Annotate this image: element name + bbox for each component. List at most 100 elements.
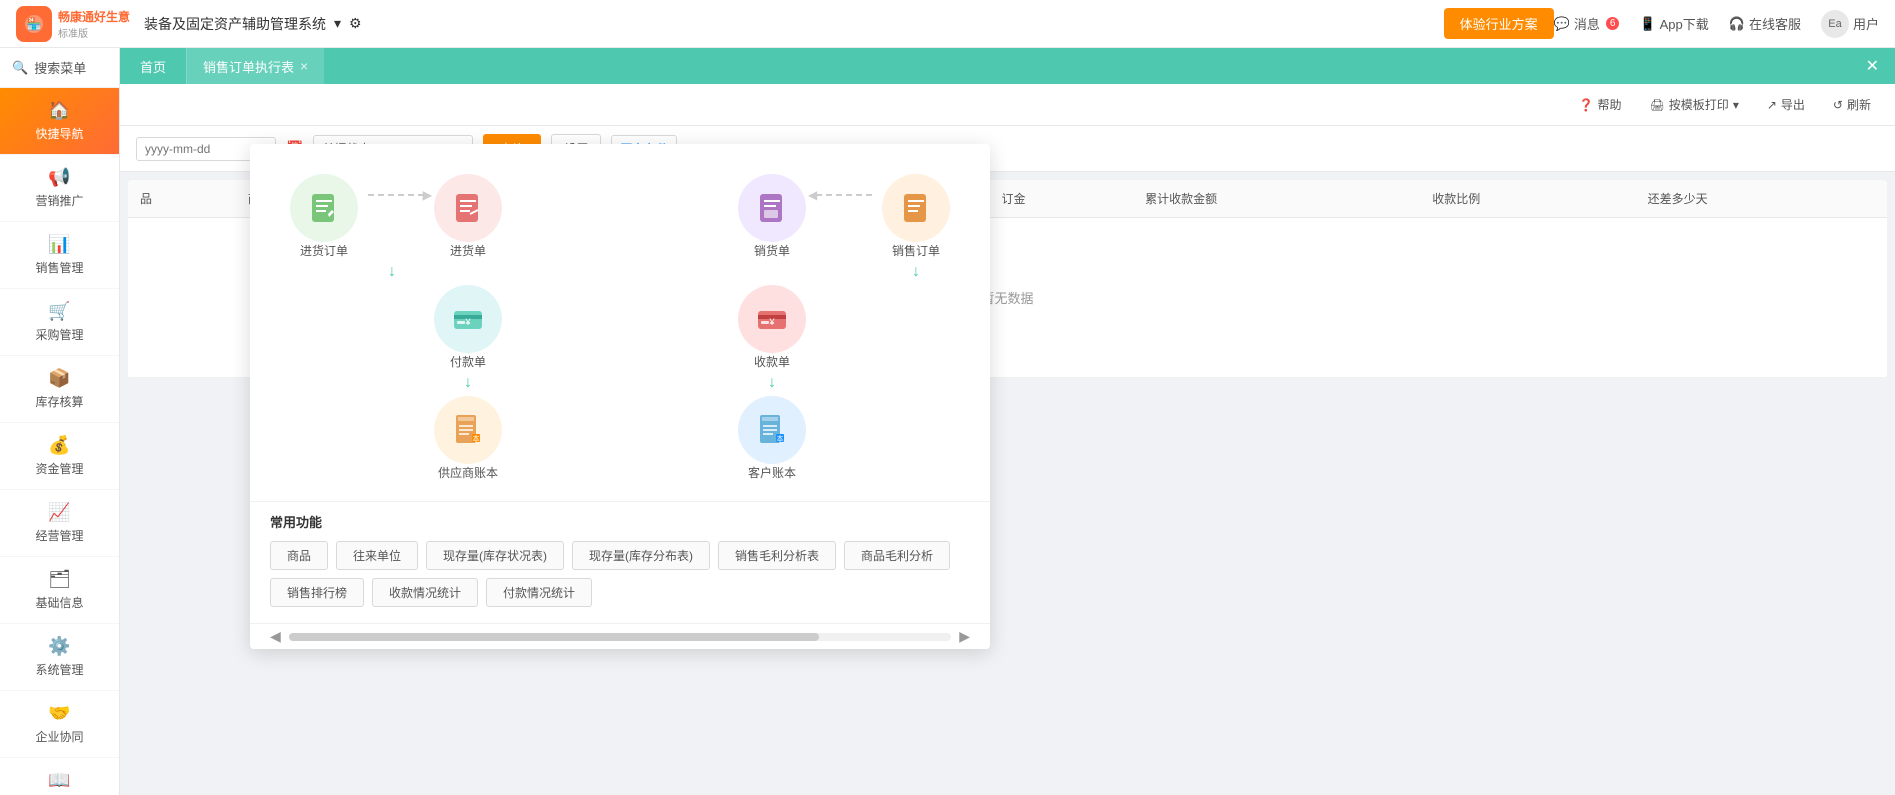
sidebar-marketing-label: 营销推广 — [35, 192, 83, 209]
flow-item-supplier-account[interactable]: 本 供应商账本 — [434, 396, 502, 481]
flow-item-sales-invoice[interactable]: 销货单 — [738, 174, 806, 259]
btn-payment-stats[interactable]: 付款情况统计 — [486, 578, 592, 607]
tab-bar-close-button[interactable]: ✕ — [1850, 56, 1895, 76]
basic-info-icon: 🗂 — [48, 569, 71, 590]
payment-in-circle[interactable]: ¥ — [738, 285, 806, 353]
settings-icon[interactable]: ⚙ — [349, 15, 362, 32]
flow-item-payment-out[interactable]: ¥ 付款单 — [434, 285, 502, 370]
btn-stock-status[interactable]: 现存量(库存状况表) — [426, 541, 564, 570]
flow-item-customer-account[interactable]: 本 客户账本 — [738, 396, 806, 481]
inventory-icon: 📦 — [48, 368, 70, 389]
sidebar-item-purchase[interactable]: 🛒 采购管理 — [0, 289, 119, 356]
trial-button[interactable]: 体验行业方案 — [1444, 8, 1554, 39]
customer-account-circle[interactable]: 本 — [738, 396, 806, 464]
sidebar-item-sales[interactable]: 📊 销售管理 — [0, 222, 119, 289]
finance-icon: 💰 — [48, 435, 70, 456]
btn-sales-ranking[interactable]: 销售排行榜 — [270, 578, 364, 607]
flow-item-purchase[interactable]: 进货单 — [434, 174, 502, 259]
btn-product[interactable]: 商品 — [270, 541, 328, 570]
modal-scrollbar: ◀ ▶ — [250, 623, 990, 649]
sidebar-item-basic-info[interactable]: 🗂 基础信息 — [0, 557, 119, 624]
sidebar-purchase-label: 采购管理 — [35, 326, 83, 343]
down-arrow-payment-out: ↓ — [434, 370, 502, 396]
btn-counterpart[interactable]: 往来单位 — [336, 541, 418, 570]
sidebar-basic-info-label: 基础信息 — [35, 594, 83, 611]
tab-home[interactable]: 首页 — [120, 48, 187, 84]
btn-stock-dist[interactable]: 现存量(库存分布表) — [572, 541, 710, 570]
sales-invoice-circle[interactable] — [738, 174, 806, 242]
modal-box: 进货订单 ▶ — [250, 144, 990, 649]
down-arrow-purchase: ↓ — [358, 259, 426, 285]
payment-out-circle[interactable]: ¥ — [434, 285, 502, 353]
marketing-icon: 📢 — [48, 167, 70, 188]
common-functions-title: 常用功能 — [270, 512, 970, 531]
logo-text: 畅康通好生意 标准版 — [58, 8, 130, 40]
user-name-label: 用户 — [1853, 14, 1879, 33]
user-menu[interactable]: Ea 用户 — [1821, 10, 1879, 38]
scroll-left-button[interactable]: ◀ — [270, 628, 281, 645]
flow-item-sales-order[interactable]: 销售订单 — [882, 174, 950, 259]
svg-text:本: 本 — [473, 434, 480, 443]
sidebar-item-operations[interactable]: 📈 经营管理 — [0, 490, 119, 557]
sales-invoice-label: 销货单 — [754, 242, 790, 259]
sidebar-inventory-label: 库存核算 — [35, 393, 83, 410]
sidebar-quick-nav-label: 快捷导航 — [35, 125, 83, 142]
main-layout: 🔍 搜索菜单 🏠 快捷导航 📢 营销推广 📊 销售管理 🛒 采购管理 📦 库存核… — [0, 48, 1895, 795]
tab-home-label: 首页 — [140, 57, 166, 76]
spacer-mid — [426, 259, 882, 285]
sidebar-item-guide[interactable]: 📖 新手引导 — [0, 758, 119, 795]
top-header: 🏪 畅康通好生意 标准版 装备及固定资产辅助管理系统 ▾ ⚙ 体验行业方案 💬 … — [0, 0, 1895, 48]
down-arrow-payment-out-icon: ↓ — [464, 374, 472, 391]
sidebar-item-finance[interactable]: 💰 资金管理 — [0, 423, 119, 490]
sidebar-enterprise-label: 企业协同 — [35, 728, 83, 745]
btn-sales-margin[interactable]: 销售毛利分析表 — [718, 541, 836, 570]
system-dropdown-icon[interactable]: ▾ — [334, 15, 341, 32]
sidebar-operations-label: 经营管理 — [35, 527, 83, 544]
sidebar-sales-label: 销售管理 — [35, 259, 83, 276]
flow-row-2-arrows: ↓ ↓ — [290, 259, 950, 285]
online-service-label: 在线客服 — [1749, 14, 1801, 33]
sidebar-item-marketing[interactable]: 📢 营销推广 — [0, 155, 119, 222]
common-buttons-row-2: 销售排行榜 收款情况统计 付款情况统计 — [270, 578, 970, 607]
headset-icon: 🎧 — [1729, 16, 1745, 32]
message-label: 消息 — [1574, 14, 1600, 33]
down-arrow-purchase-icon: ↓ — [388, 263, 396, 280]
system-title-text: 装备及固定资产辅助管理系统 — [144, 14, 326, 34]
sales-icon: 📊 — [48, 234, 70, 255]
tab-sales-order[interactable]: 销售订单执行表 × — [187, 48, 324, 84]
sidebar-item-enterprise[interactable]: 🤝 企业协同 — [0, 691, 119, 758]
spacer-r4-mid — [502, 370, 738, 396]
purchase-label: 进货单 — [450, 242, 486, 259]
down-arrow-sales-icon: ↓ — [912, 263, 920, 280]
scroll-right-button[interactable]: ▶ — [959, 628, 970, 645]
message-button[interactable]: 💬 消息 6 — [1554, 14, 1620, 33]
flow-row-3: ¥ 付款单 ¥ 收款单 — [290, 285, 950, 370]
btn-receipt-stats[interactable]: 收款情况统计 — [372, 578, 478, 607]
guide-icon: 📖 — [48, 770, 70, 791]
btn-product-margin[interactable]: 商品毛利分析 — [844, 541, 950, 570]
home-icon: 🏠 — [48, 100, 70, 121]
purchase-order-circle[interactable] — [290, 174, 358, 242]
payment-in-label: 收款单 — [754, 353, 790, 370]
flow-item-purchase-order[interactable]: 进货订单 — [290, 174, 358, 259]
tab-close-icon[interactable]: × — [300, 58, 308, 74]
common-functions-section: 常用功能 商品 往来单位 现存量(库存状况表) 现存量(库存分布表) 销售毛利分… — [250, 501, 990, 623]
customer-account-label: 客户账本 — [748, 464, 796, 481]
search-icon: 🔍 — [12, 60, 28, 76]
common-buttons-row-1: 商品 往来单位 现存量(库存状况表) 现存量(库存分布表) 销售毛利分析表 商品… — [270, 541, 970, 570]
purchase-circle[interactable] — [434, 174, 502, 242]
search-menu-button[interactable]: 🔍 搜索菜单 — [0, 48, 119, 88]
supplier-account-circle[interactable]: 本 — [434, 396, 502, 464]
online-service-button[interactable]: 🎧 在线客服 — [1729, 14, 1801, 33]
scrollbar-track[interactable] — [289, 633, 951, 641]
flow-item-payment-in[interactable]: ¥ 收款单 — [738, 285, 806, 370]
purchase-order-label: 进货订单 — [300, 242, 348, 259]
sidebar: 🔍 搜索菜单 🏠 快捷导航 📢 营销推广 📊 销售管理 🛒 采购管理 📦 库存核… — [0, 48, 120, 795]
sidebar-item-quick-nav[interactable]: 🏠 快捷导航 — [0, 88, 119, 155]
sidebar-item-inventory[interactable]: 📦 库存核算 — [0, 356, 119, 423]
app-download-button[interactable]: 📱 App下载 — [1639, 14, 1708, 33]
sidebar-item-system[interactable]: ⚙️ 系统管理 — [0, 624, 119, 691]
tab-active-label: 销售订单执行表 — [203, 57, 294, 76]
message-icon: 💬 — [1554, 16, 1570, 32]
sales-order-circle[interactable] — [882, 174, 950, 242]
